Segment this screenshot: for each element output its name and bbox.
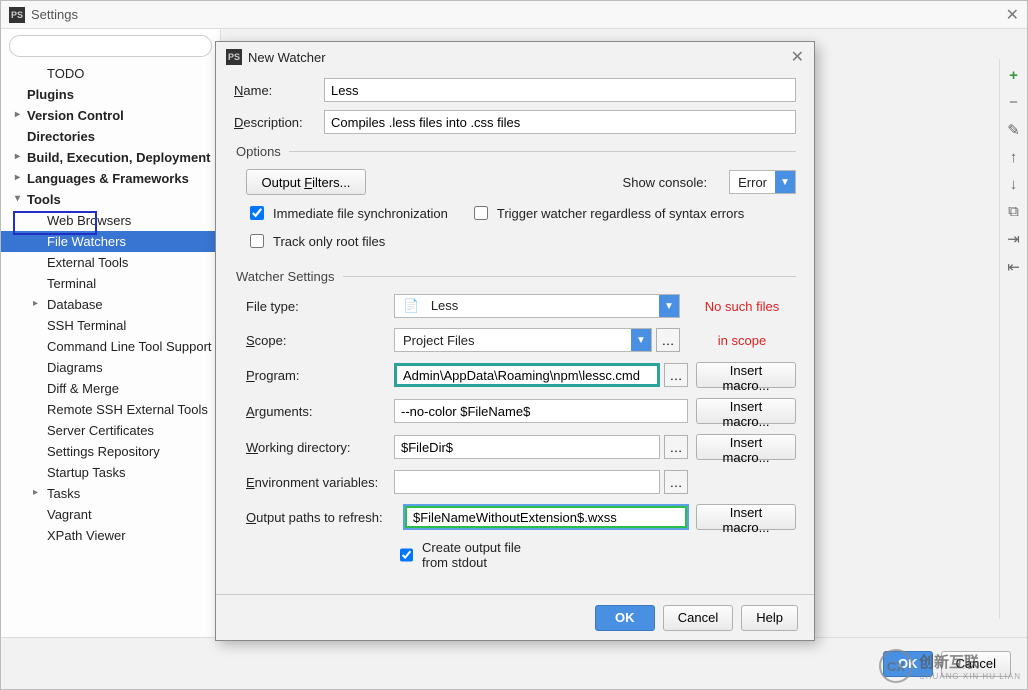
tree-certs[interactable]: Server Certificates (1, 420, 220, 441)
export-icon[interactable]: ⇤ (1007, 258, 1020, 276)
close-icon[interactable]: ✕ (1006, 5, 1019, 25)
dialog-titlebar: PS New Watcher ✕ (216, 42, 814, 72)
file-type-select[interactable]: 📄 Less ▼ (394, 294, 680, 318)
tree-tools[interactable]: ▾Tools (1, 189, 220, 210)
dialog-body: Name: Description: Options Output Filter… (216, 72, 814, 594)
tree-database[interactable]: ▸Database (1, 294, 220, 315)
create-stdout-checkbox[interactable]: Create output file from stdout (396, 540, 536, 570)
watermark-text: 创新互联 (919, 651, 1021, 672)
tree-plugins[interactable]: Plugins (1, 84, 220, 105)
env-label: Environment variables: (246, 475, 386, 490)
show-console-select[interactable]: Error▼ (729, 170, 796, 194)
dialog-ok-button[interactable]: OK (595, 605, 655, 631)
dialog-footer: OK Cancel Help (216, 594, 814, 640)
wd-insert-macro-button[interactable]: Insert macro... (696, 434, 796, 460)
dialog-help-button[interactable]: Help (741, 605, 798, 631)
search-input[interactable] (9, 35, 212, 57)
name-input[interactable] (324, 78, 796, 102)
tree-tasks[interactable]: ▸Tasks (1, 483, 220, 504)
working-directory-label: Working directory: (246, 440, 386, 455)
tree-terminal[interactable]: Terminal (1, 273, 220, 294)
chevron-down-icon: ▼ (659, 295, 679, 317)
description-label: Description: (234, 115, 314, 130)
program-insert-macro-button[interactable]: Insert macro... (696, 362, 796, 388)
tree-lang[interactable]: ▸Languages & Frameworks (1, 168, 220, 189)
window-title: Settings (31, 7, 78, 22)
app-icon: PS (9, 7, 25, 23)
dialog-close-icon[interactable]: ✕ (791, 47, 804, 67)
dialog-cancel-button[interactable]: Cancel (663, 605, 733, 631)
tree-dirs[interactable]: Directories (1, 126, 220, 147)
edit-icon[interactable]: ✎ (1007, 121, 1020, 139)
up-icon[interactable]: ↑ (1010, 149, 1018, 166)
titlebar: PS Settings ✕ (1, 1, 1027, 29)
no-files-warning-2: in scope (688, 333, 796, 348)
add-icon[interactable]: + (1009, 67, 1018, 84)
working-directory-browse-button[interactable]: … (664, 435, 688, 459)
tree-build[interactable]: ▸Build, Execution, Deployment (1, 147, 220, 168)
program-input[interactable] (394, 363, 660, 387)
down-icon[interactable]: ↓ (1010, 176, 1018, 193)
scope-label: Scope: (246, 333, 386, 348)
output-insert-macro-button[interactable]: Insert macro... (696, 504, 796, 530)
output-paths-input[interactable] (404, 505, 688, 529)
file-type-label: File type: (246, 299, 386, 314)
remove-icon[interactable]: − (1009, 94, 1018, 111)
watcher-settings-legend: Watcher Settings (234, 269, 343, 284)
tree-file-watchers[interactable]: File Watchers (1, 231, 220, 252)
copy-icon[interactable]: ⧉ (1008, 203, 1019, 220)
tree-vcs[interactable]: ▸Version Control (1, 105, 220, 126)
program-browse-button[interactable]: … (664, 363, 688, 387)
settings-footer: OK Cancel (1, 637, 1027, 689)
settings-tree: TODO Plugins ▸Version Control Directorie… (1, 63, 220, 546)
immediate-sync-checkbox[interactable]: Immediate file synchronization (246, 203, 448, 223)
tree-xpath[interactable]: XPath Viewer (1, 525, 220, 546)
show-console-label: Show console: (623, 175, 708, 190)
tree-cmd[interactable]: Command Line Tool Support (1, 336, 220, 357)
trigger-checkbox[interactable]: Trigger watcher regardless of syntax err… (470, 203, 744, 223)
import-icon[interactable]: ⇥ (1007, 230, 1020, 248)
tree-external[interactable]: External Tools (1, 252, 220, 273)
watcher-settings-fieldset: Watcher Settings File type: 📄 Less ▼ No … (234, 269, 796, 580)
program-label: Program: (246, 368, 386, 383)
options-legend: Options (234, 144, 289, 159)
output-paths-label: Output paths to refresh: (246, 510, 396, 525)
new-watcher-dialog: PS New Watcher ✕ Name: Description: Opti… (215, 41, 815, 641)
output-filters-button[interactable]: Output Filters... (246, 169, 366, 195)
env-input[interactable] (394, 470, 660, 494)
arguments-label: Arguments: (246, 404, 386, 419)
tree-settings-repo[interactable]: Settings Repository (1, 441, 220, 462)
sidebar: TODO Plugins ▸Version Control Directorie… (1, 29, 221, 637)
env-browse-button[interactable]: … (664, 470, 688, 494)
watermark-sub: CHUANG XIN HU LIAN (919, 672, 1021, 681)
dialog-title: New Watcher (248, 50, 326, 65)
description-input[interactable] (324, 110, 796, 134)
tree-diff[interactable]: Diff & Merge (1, 378, 220, 399)
dialog-app-icon: PS (226, 49, 242, 65)
scope-select[interactable]: Project Files ▼ (394, 328, 652, 352)
tree-web[interactable]: Web Browsers (1, 210, 220, 231)
track-root-checkbox[interactable]: Track only root files (246, 231, 385, 251)
tree-todo[interactable]: TODO (1, 63, 220, 84)
working-directory-input[interactable] (394, 435, 660, 459)
tree-startup[interactable]: Startup Tasks (1, 462, 220, 483)
scope-browse-button[interactable]: … (656, 328, 680, 352)
tree-diagrams[interactable]: Diagrams (1, 357, 220, 378)
chevron-down-icon: ▼ (775, 171, 795, 193)
right-toolbar: + − ✎ ↑ ↓ ⧉ ⇥ ⇤ (999, 59, 1027, 619)
no-files-warning: No such files (688, 299, 796, 314)
watermark: CX 创新互联 CHUANG XIN HU LIAN (879, 649, 1021, 683)
tree-vagrant[interactable]: Vagrant (1, 504, 220, 525)
arguments-insert-macro-button[interactable]: Insert macro... (696, 398, 796, 424)
settings-window: PS Settings ✕ TODO Plugins ▸Version Cont… (0, 0, 1028, 690)
watermark-logo: CX (879, 649, 913, 683)
tree-ssh[interactable]: SSH Terminal (1, 315, 220, 336)
arguments-input[interactable] (394, 399, 688, 423)
chevron-down-icon: ▼ (631, 329, 651, 351)
tree-remote[interactable]: Remote SSH External Tools (1, 399, 220, 420)
options-fieldset: Options Output Filters... Show console: … (234, 144, 796, 259)
name-label: Name: (234, 83, 314, 98)
